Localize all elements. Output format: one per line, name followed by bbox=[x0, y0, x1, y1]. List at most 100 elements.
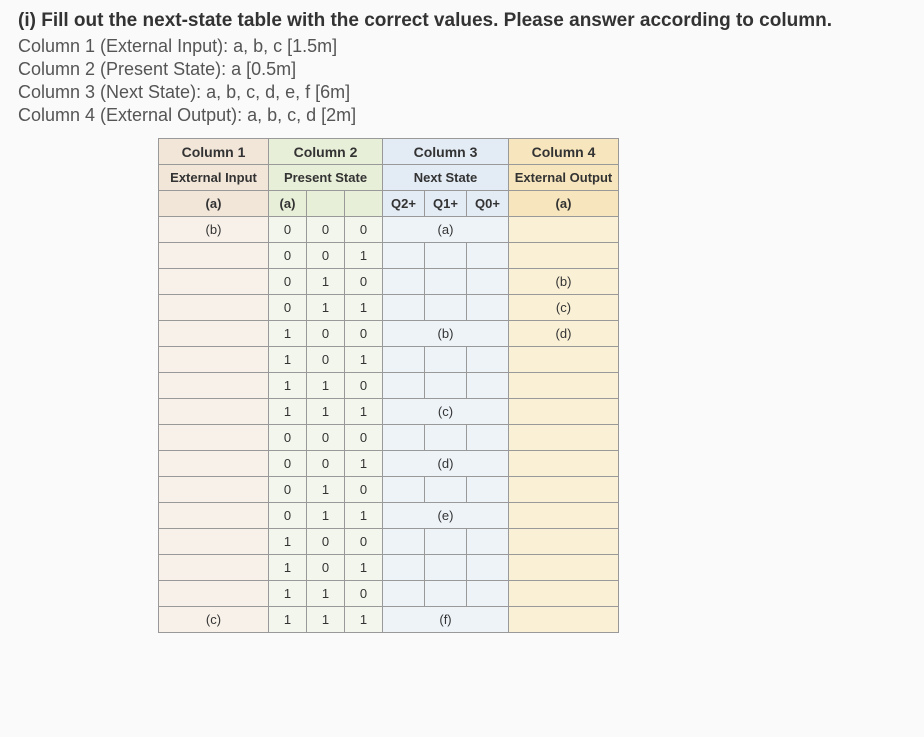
column4-desc: Column 4 (External Output): a, b, c, d [… bbox=[18, 105, 906, 126]
cell-present-state: 0 bbox=[269, 451, 307, 477]
cell-present-state: 1 bbox=[307, 503, 345, 529]
cell-external-input bbox=[159, 295, 269, 321]
cell-external-input: (b) bbox=[159, 217, 269, 243]
cell-present-state: 0 bbox=[345, 217, 383, 243]
cell-external-input bbox=[159, 269, 269, 295]
cell-external-input bbox=[159, 347, 269, 373]
cell-present-state: 1 bbox=[269, 607, 307, 633]
cell-external-output bbox=[509, 243, 619, 269]
cell-present-state: 0 bbox=[269, 503, 307, 529]
cell-next-state bbox=[467, 269, 509, 295]
question-heading: (i) Fill out the next-state table with t… bbox=[18, 10, 906, 32]
cell-present-state: 1 bbox=[307, 477, 345, 503]
cell-present-state: 0 bbox=[269, 295, 307, 321]
cell-next-state bbox=[425, 581, 467, 607]
cell-next-state: (b) bbox=[383, 321, 509, 347]
cell-external-input: (c) bbox=[159, 607, 269, 633]
header-row-3: (a) (a) Q2+ Q1+ Q0+ (a) bbox=[159, 191, 619, 217]
cell-next-state bbox=[383, 347, 425, 373]
cell-present-state: 1 bbox=[307, 373, 345, 399]
cell-next-state bbox=[425, 373, 467, 399]
cell-next-state bbox=[467, 477, 509, 503]
cell-present-state: 0 bbox=[345, 529, 383, 555]
cell-present-state: 1 bbox=[307, 269, 345, 295]
cell-next-state bbox=[383, 555, 425, 581]
cell-external-output: (d) bbox=[509, 321, 619, 347]
cell-present-state: 0 bbox=[307, 217, 345, 243]
table-row: (c)111(f) bbox=[159, 607, 619, 633]
cell-next-state bbox=[383, 295, 425, 321]
label-a-col4: (a) bbox=[509, 191, 619, 217]
table-row: 100(b)(d) bbox=[159, 321, 619, 347]
cell-external-input bbox=[159, 373, 269, 399]
cell-next-state bbox=[425, 529, 467, 555]
subhdr-present-state: Present State bbox=[269, 165, 383, 191]
cell-next-state bbox=[383, 243, 425, 269]
cell-external-output bbox=[509, 581, 619, 607]
table-row: 110 bbox=[159, 581, 619, 607]
cell-present-state: 1 bbox=[269, 555, 307, 581]
cell-present-state: 0 bbox=[307, 347, 345, 373]
cell-external-output bbox=[509, 503, 619, 529]
cell-present-state: 1 bbox=[307, 295, 345, 321]
cell-present-state: 1 bbox=[345, 451, 383, 477]
cell-present-state: 0 bbox=[269, 243, 307, 269]
state-table: Column 1 Column 2 Column 3 Column 4 Exte… bbox=[158, 138, 619, 633]
cell-present-state: 0 bbox=[269, 217, 307, 243]
cell-present-state: 1 bbox=[269, 373, 307, 399]
cell-next-state bbox=[425, 295, 467, 321]
cell-present-state: 1 bbox=[345, 607, 383, 633]
cell-next-state bbox=[383, 529, 425, 555]
cell-present-state: 0 bbox=[345, 477, 383, 503]
cell-present-state: 1 bbox=[345, 555, 383, 581]
hdr-col4: Column 4 bbox=[509, 139, 619, 165]
label-q0plus: Q0+ bbox=[467, 191, 509, 217]
cell-present-state: 0 bbox=[345, 425, 383, 451]
cell-present-state: 1 bbox=[269, 347, 307, 373]
table-row: 110 bbox=[159, 373, 619, 399]
cell-next-state bbox=[383, 477, 425, 503]
table-row: 101 bbox=[159, 555, 619, 581]
cell-next-state bbox=[467, 295, 509, 321]
column1-desc: Column 1 (External Input): a, b, c [1.5m… bbox=[18, 36, 906, 57]
cell-external-output bbox=[509, 607, 619, 633]
table-row: 010(b) bbox=[159, 269, 619, 295]
table-row: 011(e) bbox=[159, 503, 619, 529]
cell-present-state: 0 bbox=[307, 425, 345, 451]
cell-present-state: 1 bbox=[269, 399, 307, 425]
cell-external-output bbox=[509, 399, 619, 425]
cell-next-state: (f) bbox=[383, 607, 509, 633]
cell-present-state: 0 bbox=[269, 477, 307, 503]
cell-next-state bbox=[383, 425, 425, 451]
state-table-container: Column 1 Column 2 Column 3 Column 4 Exte… bbox=[158, 138, 906, 633]
cell-present-state: 0 bbox=[345, 373, 383, 399]
cell-external-output bbox=[509, 451, 619, 477]
cell-next-state: (e) bbox=[383, 503, 509, 529]
cell-next-state bbox=[467, 425, 509, 451]
cell-present-state: 1 bbox=[269, 529, 307, 555]
cell-next-state bbox=[383, 269, 425, 295]
cell-external-input bbox=[159, 425, 269, 451]
cell-present-state: 1 bbox=[269, 581, 307, 607]
cell-external-output bbox=[509, 555, 619, 581]
cell-external-output bbox=[509, 425, 619, 451]
cell-next-state bbox=[425, 347, 467, 373]
cell-present-state: 0 bbox=[345, 581, 383, 607]
cell-next-state bbox=[467, 373, 509, 399]
hdr-col2: Column 2 bbox=[269, 139, 383, 165]
cell-present-state: 1 bbox=[307, 581, 345, 607]
cell-external-input bbox=[159, 321, 269, 347]
table-row: (b)000(a) bbox=[159, 217, 619, 243]
cell-present-state: 1 bbox=[345, 347, 383, 373]
cell-next-state bbox=[425, 555, 467, 581]
cell-present-state: 0 bbox=[269, 269, 307, 295]
cell-external-input bbox=[159, 581, 269, 607]
cell-present-state: 1 bbox=[345, 295, 383, 321]
column3-desc: Column 3 (Next State): a, b, c, d, e, f … bbox=[18, 82, 906, 103]
label-a-col2: (a) bbox=[269, 191, 307, 217]
column2-desc: Column 2 (Present State): a [0.5m] bbox=[18, 59, 906, 80]
cell-external-input bbox=[159, 477, 269, 503]
cell-next-state bbox=[467, 347, 509, 373]
cell-external-output bbox=[509, 347, 619, 373]
cell-next-state bbox=[383, 373, 425, 399]
